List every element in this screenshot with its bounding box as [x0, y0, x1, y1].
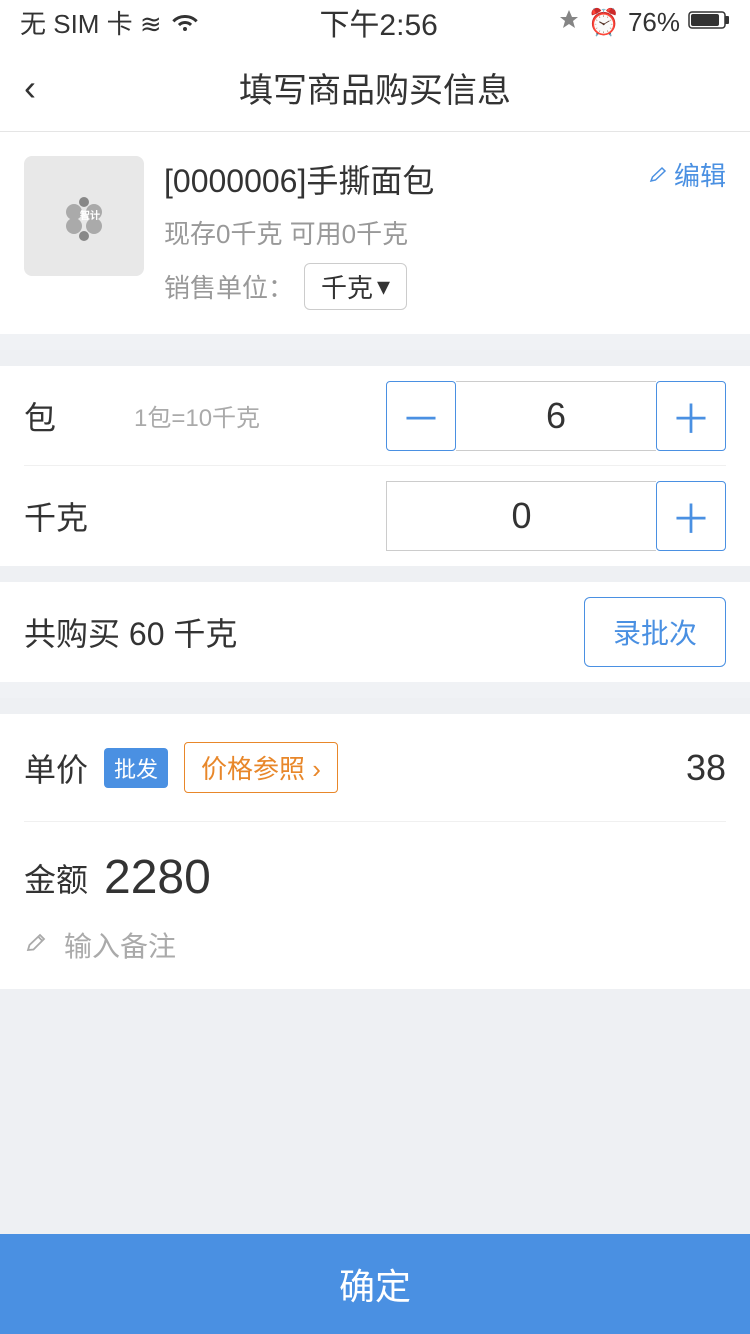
kg-label: 千克	[24, 493, 124, 539]
amount-value: 2280	[104, 850, 211, 905]
svg-text:计: 计	[90, 209, 100, 222]
note-row[interactable]: 输入备注	[24, 925, 726, 965]
total-label: 共购买 60 千克	[24, 609, 237, 655]
package-plus-button[interactable]: ＋	[656, 381, 726, 451]
kg-plus-button[interactable]: ＋	[656, 481, 726, 551]
section-divider-2	[0, 566, 750, 582]
svg-text:智: 智	[80, 209, 90, 222]
section-divider-1	[0, 350, 750, 366]
price-label: 单价	[24, 745, 88, 791]
product-stock: 现存0千克 可用0千克	[164, 214, 726, 251]
kg-quantity-control: ＋	[386, 481, 726, 551]
package-row: 包 1包=10千克 － ＋	[24, 366, 726, 466]
kg-quantity-input[interactable]	[386, 481, 656, 551]
confirm-button[interactable]: 确定	[339, 1258, 411, 1310]
location-icon	[558, 7, 580, 38]
alarm-icon: ⏰	[588, 7, 620, 38]
product-image: 智 计	[24, 156, 144, 276]
total-section: 共购买 60 千克 录批次	[0, 582, 750, 682]
nav-bar: ‹ 填写商品购买信息	[0, 44, 750, 132]
confirm-bar[interactable]: 确定	[0, 1234, 750, 1334]
back-button[interactable]: ‹	[24, 67, 36, 109]
product-name: [0000006]手撕面包	[164, 156, 434, 202]
package-minus-button[interactable]: －	[386, 381, 456, 451]
page-title: 填写商品购买信息	[239, 63, 511, 112]
price-row: 单价 批发 价格参照 › 38	[24, 742, 726, 822]
price-tag-wholesale: 批发	[104, 748, 168, 788]
product-unit-row: 销售单位： 千克 ▾	[164, 263, 726, 310]
unit-select[interactable]: 千克 ▾	[304, 263, 407, 310]
kg-row: 千克 ＋	[24, 466, 726, 566]
amount-label: 金额	[24, 855, 88, 901]
note-placeholder: 输入备注	[64, 925, 176, 965]
package-hint: 1包=10千克	[134, 398, 260, 433]
price-section: 单价 批发 价格参照 › 38	[0, 714, 750, 822]
price-reference-button[interactable]: 价格参照 ›	[184, 742, 338, 793]
edit-button[interactable]: 编辑	[648, 156, 726, 193]
price-value: 38	[686, 747, 726, 789]
no-sim-label: 无 SIM 卡 ≋	[20, 4, 162, 41]
amount-section: 金额 2280 输入备注	[0, 822, 750, 989]
status-time: 下午2:56	[319, 0, 437, 44]
wifi-icon	[170, 7, 200, 38]
product-info: [0000006]手撕面包 编辑 现存0千克 可用0千克 销售单位： 千克 ▾	[164, 156, 726, 310]
package-quantity-input[interactable]	[456, 381, 656, 451]
amount-row: 金额 2280	[24, 850, 726, 905]
batch-button[interactable]: 录批次	[584, 597, 726, 667]
status-bar: 无 SIM 卡 ≋ 下午2:56 ⏰ 76%	[0, 0, 750, 44]
battery-percent: 76%	[628, 7, 680, 38]
status-right: ⏰ 76%	[558, 7, 730, 38]
package-label: 包	[24, 393, 124, 439]
status-left: 无 SIM 卡 ≋	[20, 4, 200, 41]
package-quantity-control: － ＋	[386, 381, 726, 451]
battery-icon	[688, 7, 730, 38]
product-card: 智 计 [0000006]手撕面包 编辑 现存0千克 可用0千克 销售单位： 千…	[0, 132, 750, 334]
section-divider-3	[0, 698, 750, 714]
pencil-icon	[24, 928, 52, 963]
quantity-section: 包 1包=10千克 － ＋ 千克 ＋	[0, 366, 750, 566]
